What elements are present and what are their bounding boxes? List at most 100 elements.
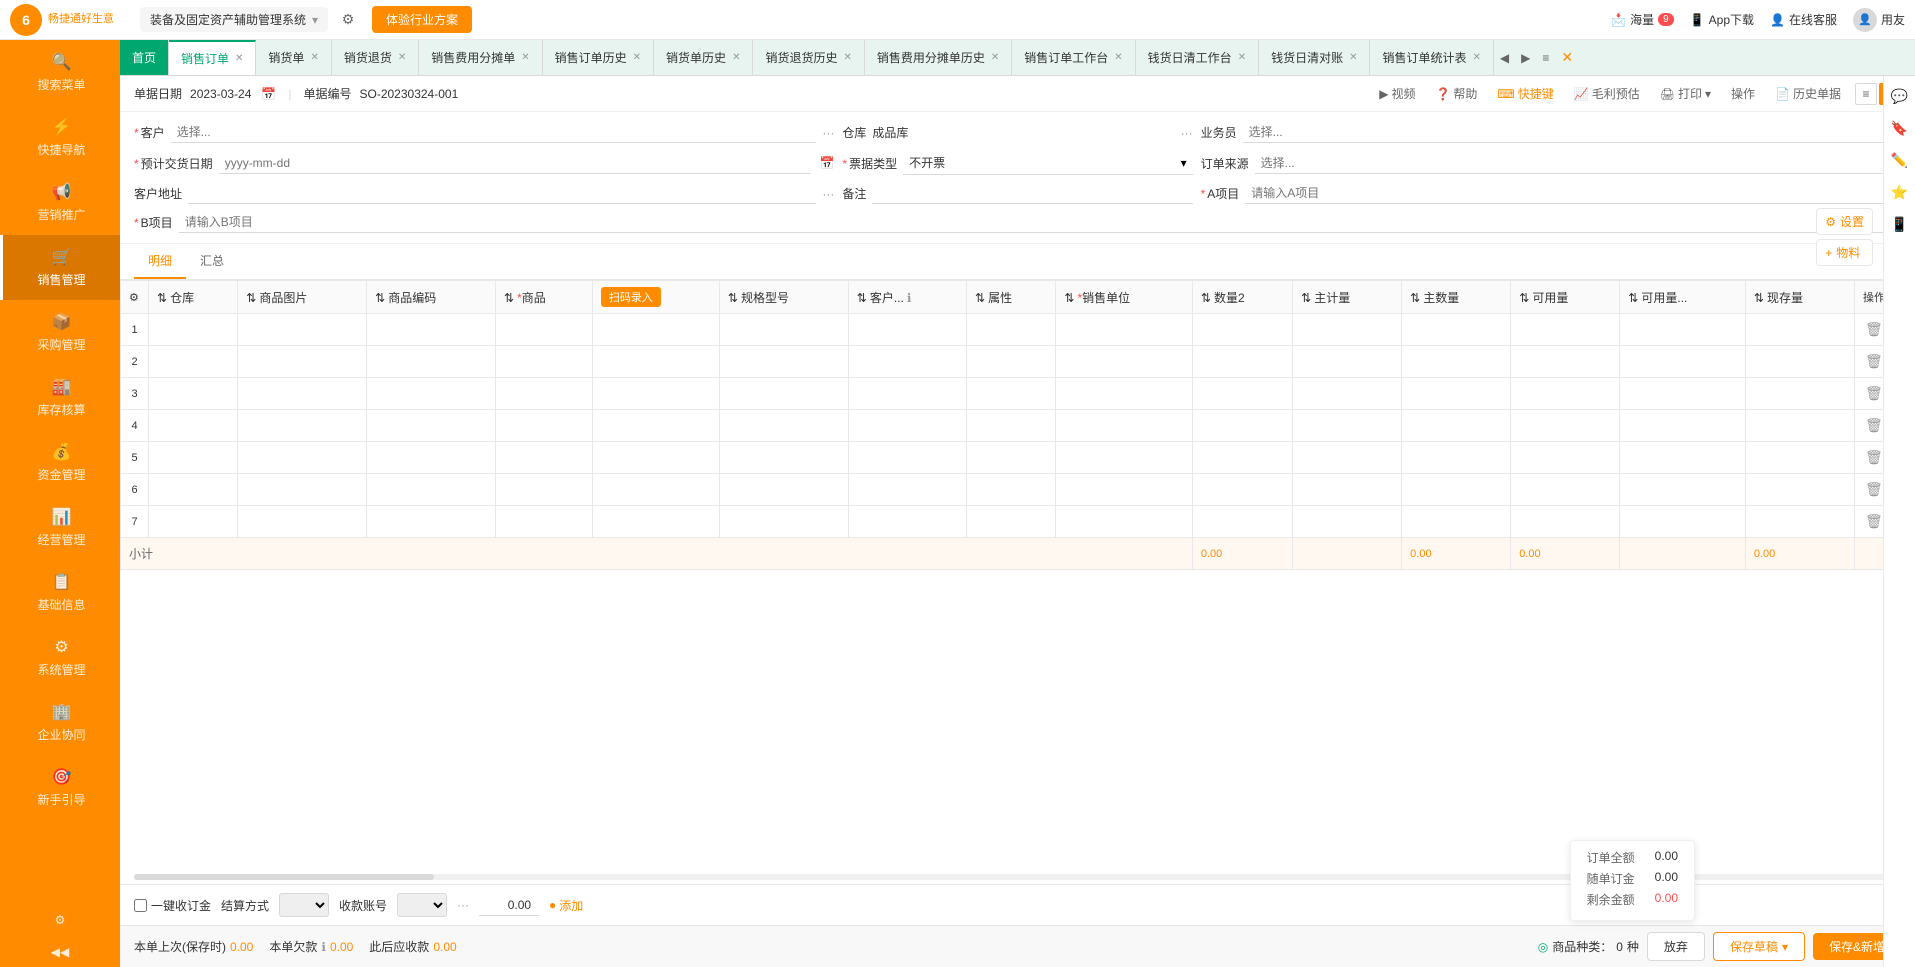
print-dropdown-icon[interactable]: ▾	[1705, 87, 1711, 101]
sidebar-item-guide[interactable]: 🎯 新手引导	[0, 755, 120, 820]
tab-sales-return[interactable]: 销货单 ✕	[256, 40, 331, 76]
sort-main-unit[interactable]: ⇅	[1301, 291, 1311, 305]
sidebar-item-base[interactable]: 📋 基础信息	[0, 560, 120, 625]
row-5-main-unit[interactable]	[1293, 442, 1402, 474]
current-info[interactable]: ℹ	[321, 940, 326, 954]
row-5-product[interactable]	[495, 442, 592, 474]
one-click-deposit-check[interactable]: 一键收订金	[134, 897, 211, 914]
row-7-customer-code[interactable]	[848, 506, 966, 538]
row-2-code[interactable]	[367, 346, 496, 378]
tab-sales-stats-close[interactable]: ✕	[1473, 52, 1481, 63]
trial-button[interactable]: 体验行业方案	[372, 6, 472, 33]
product-count-icon[interactable]: ◎	[1538, 940, 1548, 954]
sort-current-stock[interactable]: ⇅	[1754, 291, 1764, 305]
row-3-available[interactable]	[1511, 378, 1620, 410]
profit-btn[interactable]: 📈 毛利预估	[1568, 82, 1646, 105]
sidebar-item-search[interactable]: 🔍 搜索菜单	[0, 40, 120, 105]
list-view-icon[interactable]: ≡	[1855, 83, 1877, 105]
a-project-input[interactable]	[1245, 183, 1901, 204]
tab-close-all-btn[interactable]: ✕	[1555, 40, 1579, 76]
tab-cash-daily-clear[interactable]: 钱货日清工作台 ✕	[1136, 40, 1259, 76]
tab-sales-order-workbench[interactable]: 销售订单工作台 ✕	[1012, 40, 1135, 76]
row-7-available[interactable]	[1511, 506, 1620, 538]
row-7-available2[interactable]	[1620, 506, 1746, 538]
history-btn[interactable]: 📄 历史单据	[1769, 82, 1847, 105]
tab-sales-fee-history[interactable]: 销售费用分摊单历史 ✕	[865, 40, 1012, 76]
row-1-product[interactable]	[495, 314, 592, 346]
shortcut-btn[interactable]: ⌨ 快捷键	[1491, 82, 1559, 105]
tab-sales-order[interactable]: 销售订单 ✕	[169, 40, 256, 76]
row-2-image[interactable]	[238, 346, 367, 378]
sort-main-qty[interactable]: ⇅	[1410, 291, 1420, 305]
row-2-current-stock[interactable]	[1745, 346, 1854, 378]
sidebar-settings-btn[interactable]: ⚙	[0, 903, 120, 937]
tab-sales-refund-close[interactable]: ✕	[398, 52, 406, 63]
tab-sales-return-history[interactable]: 销货单历史 ✕	[654, 40, 753, 76]
row-1-main-unit[interactable]	[1293, 314, 1402, 346]
online-support-btn[interactable]: 👤 在线客服	[1770, 11, 1837, 28]
row-5-main-qty[interactable]	[1402, 442, 1511, 474]
sort-warehouse[interactable]: ⇅	[157, 291, 167, 305]
row-6-qty2[interactable]	[1192, 474, 1292, 506]
row-3-available2[interactable]	[1620, 378, 1746, 410]
sidebar-item-sales[interactable]: 🛒 销售管理	[0, 235, 120, 300]
row-5-delete-btn[interactable]: 🗑	[1865, 449, 1883, 465]
row-4-current-stock[interactable]	[1745, 410, 1854, 442]
row-5-spec[interactable]	[719, 442, 848, 474]
sort-image[interactable]: ⇅	[246, 291, 256, 305]
app-download-btn[interactable]: 📱 App下载	[1690, 11, 1754, 28]
row-6-attributes[interactable]	[967, 474, 1056, 506]
tab-summary[interactable]: 汇总	[186, 244, 238, 279]
customer-code-info[interactable]: ℹ	[907, 291, 912, 305]
row-4-image[interactable]	[238, 410, 367, 442]
tab-sales-refund-history-close[interactable]: ✕	[843, 52, 851, 63]
tab-sales-refund-history[interactable]: 销货退货历史 ✕	[753, 40, 864, 76]
sort-available[interactable]: ⇅	[1519, 291, 1529, 305]
right-action-star[interactable]: ⭐	[1886, 178, 1914, 206]
sort-customer-code[interactable]: ⇅	[857, 291, 867, 305]
row-5-code[interactable]	[367, 442, 496, 474]
row-1-image[interactable]	[238, 314, 367, 346]
system-name-selector[interactable]: 装备及固定资产辅助管理系统 ▾	[140, 7, 328, 32]
settings-icon[interactable]: ⚙	[334, 6, 362, 34]
right-action-edit[interactable]: ✏️	[1886, 146, 1914, 174]
row-3-delete-btn[interactable]: 🗑	[1865, 385, 1883, 401]
row-6-available2[interactable]	[1620, 474, 1746, 506]
row-2-attributes[interactable]	[967, 346, 1056, 378]
row-5-available[interactable]	[1511, 442, 1620, 474]
add-material-btn[interactable]: + 物料	[1816, 239, 1873, 266]
warehouse-dots[interactable]: ···	[1181, 126, 1193, 140]
row-1-attributes[interactable]	[967, 314, 1056, 346]
row-3-code[interactable]	[367, 378, 496, 410]
row-4-delete-btn[interactable]: 🗑	[1865, 417, 1883, 433]
customer-input[interactable]	[171, 122, 817, 143]
row-5-attributes[interactable]	[967, 442, 1056, 474]
row-5-customer-code[interactable]	[848, 442, 966, 474]
row-4-customer-code[interactable]	[848, 410, 966, 442]
one-click-deposit-checkbox[interactable]	[134, 899, 147, 912]
row-2-available2[interactable]	[1620, 346, 1746, 378]
row-4-sales-unit[interactable]	[1056, 410, 1193, 442]
settings-float-btn[interactable]: ⚙ 设置	[1816, 208, 1873, 235]
row-4-main-unit[interactable]	[1293, 410, 1402, 442]
tab-sales-order-workbench-close[interactable]: ✕	[1114, 52, 1122, 63]
discard-button[interactable]: 放弃	[1647, 932, 1705, 961]
row-7-attributes[interactable]	[967, 506, 1056, 538]
help-btn[interactable]: ❓ 帮助	[1429, 82, 1483, 105]
payment-method-select[interactable]	[279, 893, 329, 917]
scan-button[interactable]: 扫码录入	[601, 287, 661, 307]
amount-input[interactable]	[479, 895, 539, 916]
row-4-main-qty[interactable]	[1402, 410, 1511, 442]
row-3-warehouse[interactable]	[149, 378, 238, 410]
table-container[interactable]: ⚙ ⇅ 仓库 ⇅ 商品图片 ⇅ 商品编码 ⇅ *商品 扫码录入 ⇅ 规格型号	[120, 280, 1915, 870]
sidebar-item-purchase[interactable]: 📦 采购管理	[0, 300, 120, 365]
scroll-thumb[interactable]	[134, 874, 434, 880]
save-draft-dropdown[interactable]: ▾	[1782, 940, 1788, 954]
row-7-main-qty[interactable]	[1402, 506, 1511, 538]
row-2-customer-code[interactable]	[848, 346, 966, 378]
sort-qty2[interactable]: ⇅	[1201, 291, 1211, 305]
row-6-spec[interactable]	[719, 474, 848, 506]
row-1-current-stock[interactable]	[1745, 314, 1854, 346]
row-2-delete-btn[interactable]: 🗑	[1865, 353, 1883, 369]
add-btn[interactable]: ● 添加	[549, 897, 583, 914]
